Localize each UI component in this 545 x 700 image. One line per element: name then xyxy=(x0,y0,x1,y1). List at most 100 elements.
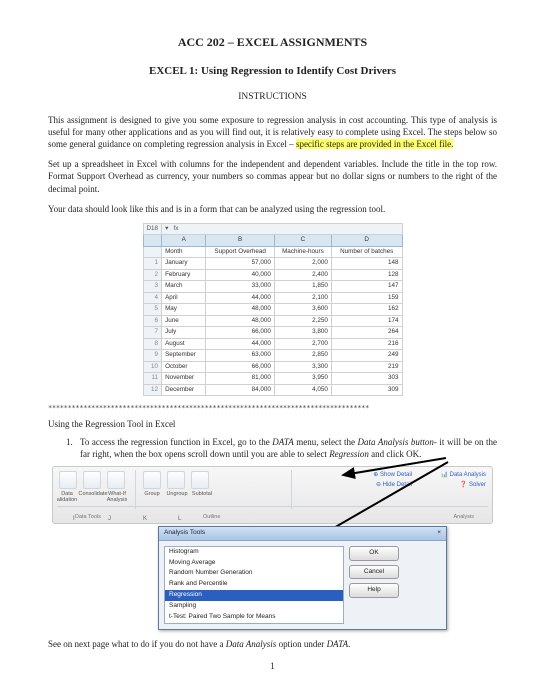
analysis-list[interactable]: HistogramMoving AverageRandom Number Gen… xyxy=(164,546,344,624)
list-item[interactable]: Rank and Percentile xyxy=(165,579,343,590)
table-cell: 12 xyxy=(143,384,162,396)
namebox-row: D18 ▾ fx xyxy=(143,223,402,235)
col-blank xyxy=(143,235,162,247)
step-text: To access the regression function in Exc… xyxy=(80,436,497,460)
t-data-menu: DATA xyxy=(272,437,294,447)
data-table: D18 ▾ fx A B C D Month Support Overhead … xyxy=(143,223,403,397)
dialog-titlebar: Analysis Tools × xyxy=(159,527,446,541)
col-d: D xyxy=(331,235,402,247)
grp-datatools: Data Tools xyxy=(75,514,101,521)
table-cell: March xyxy=(162,281,206,293)
cell-k: K xyxy=(143,515,147,523)
list-item[interactable]: t-Test: Paired Two Sample for Means xyxy=(165,612,343,623)
table-cell: 57,000 xyxy=(206,258,275,270)
instructions-heading: INSTRUCTIONS xyxy=(48,91,497,104)
analysis-tools-dialog: Analysis Tools × HistogramMoving Average… xyxy=(158,526,447,630)
f2: option under xyxy=(276,639,326,649)
footer-note: See on next page what to do if you do no… xyxy=(48,638,497,650)
lbl-validation: alidation xyxy=(55,497,79,504)
f-data: DATA xyxy=(327,639,349,649)
subtotal-icon[interactable] xyxy=(191,471,209,489)
list-item[interactable]: Moving Average xyxy=(165,558,343,569)
step-1: 1. To access the regression function in … xyxy=(66,436,497,460)
table-row: 8August44,0002,700216 xyxy=(143,338,402,350)
dataanalysis-text: Data Analysis xyxy=(450,472,486,478)
list-item[interactable]: Histogram xyxy=(165,547,343,558)
list-item[interactable]: Random Number Generation xyxy=(165,568,343,579)
cell-l: L xyxy=(178,515,181,523)
cell-i: I xyxy=(73,515,75,523)
lbl-ungroup: Ungroup xyxy=(163,491,191,498)
table-row: 11November81,0003,950303 xyxy=(143,373,402,385)
table-cell: June xyxy=(162,315,206,327)
table-cell: 5 xyxy=(143,304,162,316)
table-row: 1January57,0002,000148 xyxy=(143,258,402,270)
sep1 xyxy=(135,470,136,509)
table-cell: 1,850 xyxy=(274,281,331,293)
excel-preview: D18 ▾ fx A B C D Month Support Overhead … xyxy=(143,223,403,397)
page-title: ACC 202 – EXCEL ASSIGNMENTS xyxy=(48,34,497,50)
hdr-machine: Machine-hours xyxy=(274,246,331,258)
list-item[interactable]: Sampling xyxy=(165,601,343,612)
setup-paragraph: Set up a spreadsheet in Excel with colum… xyxy=(48,158,497,194)
lbl-analysis2: Analysis xyxy=(105,497,129,504)
lbl-hidedetail[interactable]: ⊖ Hide Detail xyxy=(376,481,412,489)
table-cell: November xyxy=(162,373,206,385)
table-cell: December xyxy=(162,384,206,396)
t-regression: Regression xyxy=(329,449,369,459)
column-letters: A B C D xyxy=(143,235,402,247)
table-cell: 264 xyxy=(331,327,402,339)
table-cell: 309 xyxy=(331,384,402,396)
list-item[interactable]: Regression xyxy=(165,590,343,601)
whatif-icon[interactable] xyxy=(107,471,125,489)
t-data-analysis-btn: Data Analysis button xyxy=(358,437,434,447)
table-cell: 40,000 xyxy=(206,269,275,281)
solver-button[interactable]: ❓ Solver xyxy=(460,481,486,489)
table-cell: 2,000 xyxy=(274,258,331,270)
table-cell: 2,250 xyxy=(274,315,331,327)
cancel-button[interactable]: Cancel xyxy=(349,565,399,580)
grp-analysis: Analysis xyxy=(454,514,474,521)
table-row: 5May48,0003,600162 xyxy=(143,304,402,316)
table-cell: 2,400 xyxy=(274,269,331,281)
table-cell: 10 xyxy=(143,361,162,373)
table-cell: 63,000 xyxy=(206,350,275,362)
group-icon[interactable] xyxy=(143,471,161,489)
showdetail-text: Show Detail xyxy=(380,472,412,478)
table-cell: 66,000 xyxy=(206,327,275,339)
hidedetail-text: Hide Detail xyxy=(383,482,412,488)
table-cell: January xyxy=(162,258,206,270)
t1: To access the regression function in Exc… xyxy=(80,437,272,447)
table-row: 6June48,0002,250174 xyxy=(143,315,402,327)
t2: menu, select the xyxy=(294,437,358,447)
data-analysis-button[interactable]: 📊 Data Analysis xyxy=(441,471,487,479)
f3: . xyxy=(348,639,350,649)
table-cell: July xyxy=(162,327,206,339)
table-cell: 8 xyxy=(143,338,162,350)
table-cell: 2,850 xyxy=(274,350,331,362)
namebox: D18 xyxy=(143,223,162,235)
table-cell: 3,300 xyxy=(274,361,331,373)
data-validation-icon[interactable] xyxy=(59,471,77,489)
table-cell: 48,000 xyxy=(206,315,275,327)
help-button[interactable]: Help xyxy=(349,583,399,598)
table-cell: 303 xyxy=(331,373,402,385)
sep2 xyxy=(291,470,292,509)
ungroup-icon[interactable] xyxy=(167,471,185,489)
table-cell: 33,000 xyxy=(206,281,275,293)
table-cell: 3,800 xyxy=(274,327,331,339)
ok-button[interactable]: OK xyxy=(349,546,399,561)
table-row: 12December84,0004,050309 xyxy=(143,384,402,396)
consolidate-icon[interactable] xyxy=(83,471,101,489)
table-cell: 2 xyxy=(143,269,162,281)
table-cell: 159 xyxy=(331,292,402,304)
close-icon[interactable]: × xyxy=(437,529,441,538)
fx-label: fx xyxy=(173,225,178,232)
table-cell: 6 xyxy=(143,315,162,327)
col-c: C xyxy=(274,235,331,247)
lbl-showdetail[interactable]: ⊕ Show Detail xyxy=(373,471,412,479)
page-number: 1 xyxy=(48,660,497,672)
table-cell: May xyxy=(162,304,206,316)
excel-ribbon: Data alidation Consolidate What-If Analy… xyxy=(52,466,493,524)
list-item[interactable]: t-Test: Two-Sample Assuming Equal Varian… xyxy=(165,622,343,624)
